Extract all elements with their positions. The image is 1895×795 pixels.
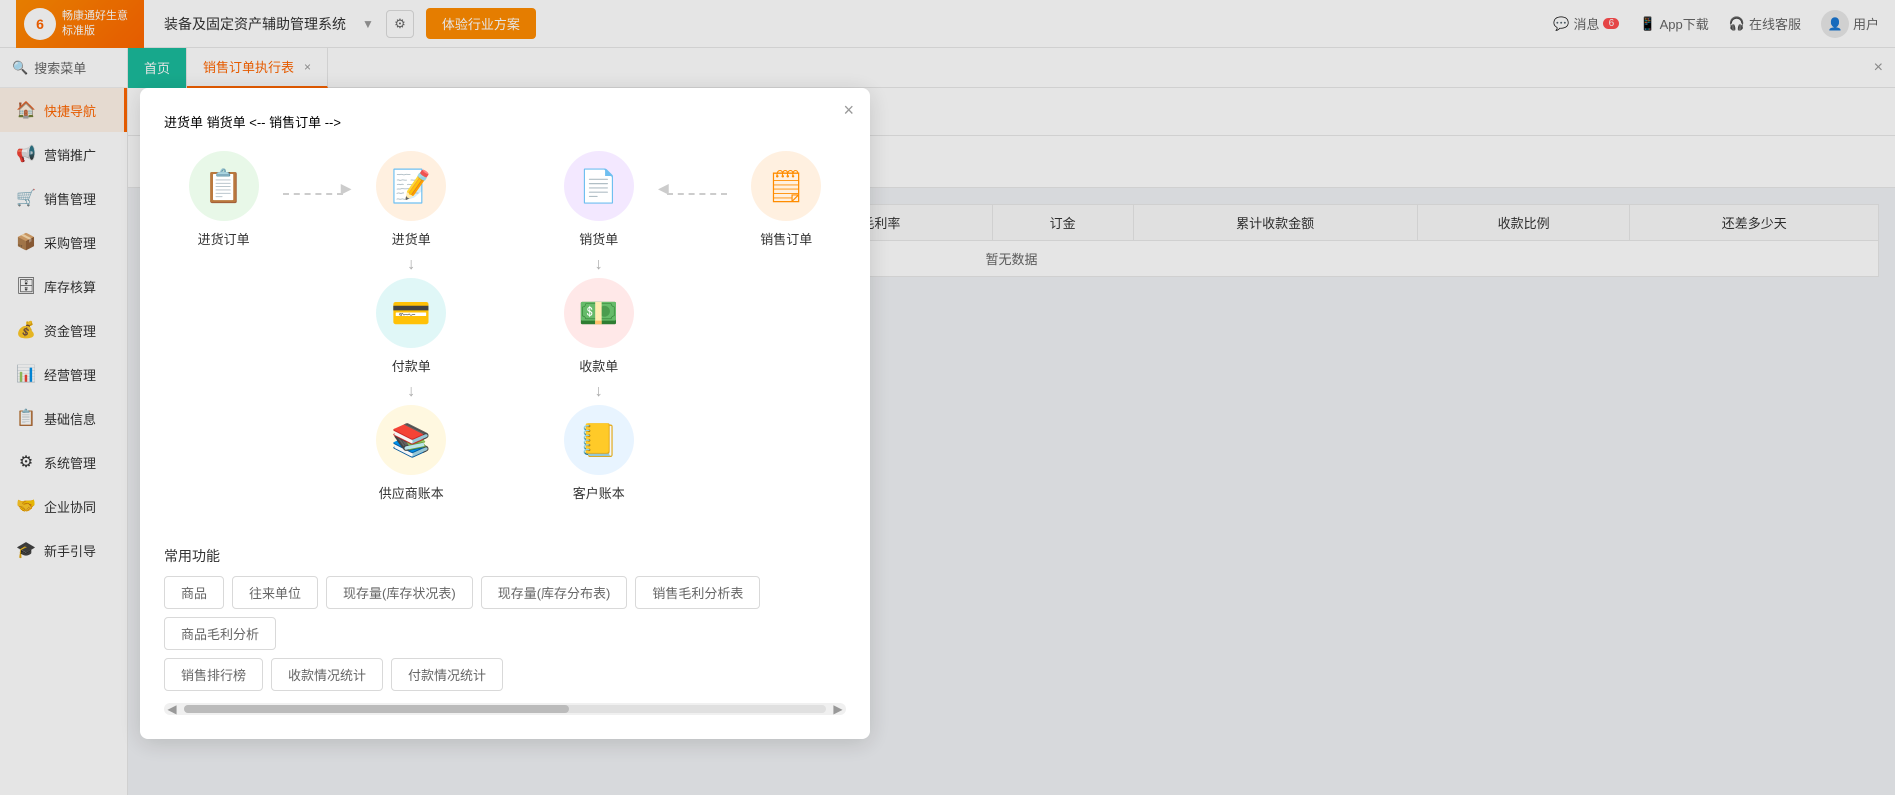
purchase-receipt-icon: 📝 xyxy=(376,151,446,221)
flow-item-purchase-receipt[interactable]: 📝 进货单 xyxy=(352,151,471,248)
scrollbar-track[interactable] xyxy=(184,705,826,713)
func-receipt-stats[interactable]: 收款情况统计 xyxy=(271,658,383,691)
common-functions-title: 常用功能 xyxy=(164,546,846,566)
purchase-receipt-label: 进货单 xyxy=(392,229,431,248)
func-current-stock-status[interactable]: 现存量(库存状况表) xyxy=(326,576,473,609)
supplier-ledger-label: 供应商账本 xyxy=(379,483,444,502)
func-payment-stats[interactable]: 付款情况统计 xyxy=(391,658,503,691)
popup-close-button[interactable]: × xyxy=(843,100,854,121)
flow-item-sales-order[interactable]: 🗒 销售订单 xyxy=(727,151,846,248)
flow-item-supplier-ledger[interactable]: 📚 供应商账本 xyxy=(352,405,471,502)
receipt-icon: 💵 xyxy=(564,278,634,348)
customer-ledger-icon: 📒 xyxy=(564,405,634,475)
arrow-purchase-order-to-purchase: ▶ xyxy=(283,180,351,219)
flow-item-purchase-order[interactable]: 📋 进货订单 xyxy=(164,151,283,248)
function-buttons-row2: 销售排行榜 收款情况统计 付款情况统计 xyxy=(164,658,846,691)
arrow-down-payment: ↓ xyxy=(352,383,471,401)
arrow-down-sales-receipt: ↓ xyxy=(539,256,658,274)
func-product[interactable]: 商品 xyxy=(164,576,224,609)
flow-item-sales-receipt[interactable]: 📄 销货单 xyxy=(539,151,658,248)
func-sales-gross-analysis[interactable]: 销售毛利分析表 xyxy=(635,576,760,609)
sales-order-icon: 🗒 xyxy=(751,151,821,221)
flow-diagram-overlay: × 进货单 销货单 <-- 销售订单 --> 📋 进货订单 xyxy=(0,0,1895,795)
scrollbar-left-arrow[interactable]: ◀ xyxy=(164,701,180,717)
flow-container: 📋 进货订单 ▶ 📝 进货单 xyxy=(164,131,846,530)
arrow-down-purchase: ↓ xyxy=(352,256,471,274)
sales-order-label: 销售订单 xyxy=(760,229,812,248)
func-sales-ranking[interactable]: 销售排行榜 xyxy=(164,658,263,691)
scrollbar-thumb xyxy=(184,705,569,713)
func-current-stock-dist[interactable]: 现存量(库存分布表) xyxy=(481,576,628,609)
flow-item-customer-ledger[interactable]: 📒 客户账本 xyxy=(539,405,658,502)
flow-diagram-popup: × 进货单 销货单 <-- 销售订单 --> 📋 进货订单 xyxy=(140,88,870,739)
scrollbar-right-arrow[interactable]: ▶ xyxy=(830,701,846,717)
arrow-sales-order-to-sales-receipt: ▶ xyxy=(658,180,726,219)
sales-receipt-label: 销货单 xyxy=(579,229,618,248)
arrow-down-receipt: ↓ xyxy=(539,383,658,401)
payment-label: 付款单 xyxy=(392,356,431,375)
supplier-ledger-icon: 📚 xyxy=(376,405,446,475)
func-contacts[interactable]: 往来单位 xyxy=(232,576,318,609)
popup-scrollbar[interactable]: ◀ ▶ xyxy=(164,703,846,715)
purchase-order-label: 进货订单 xyxy=(198,229,250,248)
function-buttons-row1: 商品 往来单位 现存量(库存状况表) 现存量(库存分布表) 销售毛利分析表 商品… xyxy=(164,576,846,650)
payment-icon: 💳 xyxy=(376,278,446,348)
flow-item-receipt[interactable]: 💵 收款单 xyxy=(539,278,658,375)
receipt-label: 收款单 xyxy=(579,356,618,375)
common-functions-section: 常用功能 商品 往来单位 现存量(库存状况表) 现存量(库存分布表) 销售毛利分… xyxy=(164,546,846,691)
flow-item-payment[interactable]: 💳 付款单 xyxy=(352,278,471,375)
sales-receipt-icon: 📄 xyxy=(564,151,634,221)
func-product-gross-analysis[interactable]: 商品毛利分析 xyxy=(164,617,276,650)
purchase-order-icon: 📋 xyxy=(189,151,259,221)
customer-ledger-label: 客户账本 xyxy=(573,483,625,502)
